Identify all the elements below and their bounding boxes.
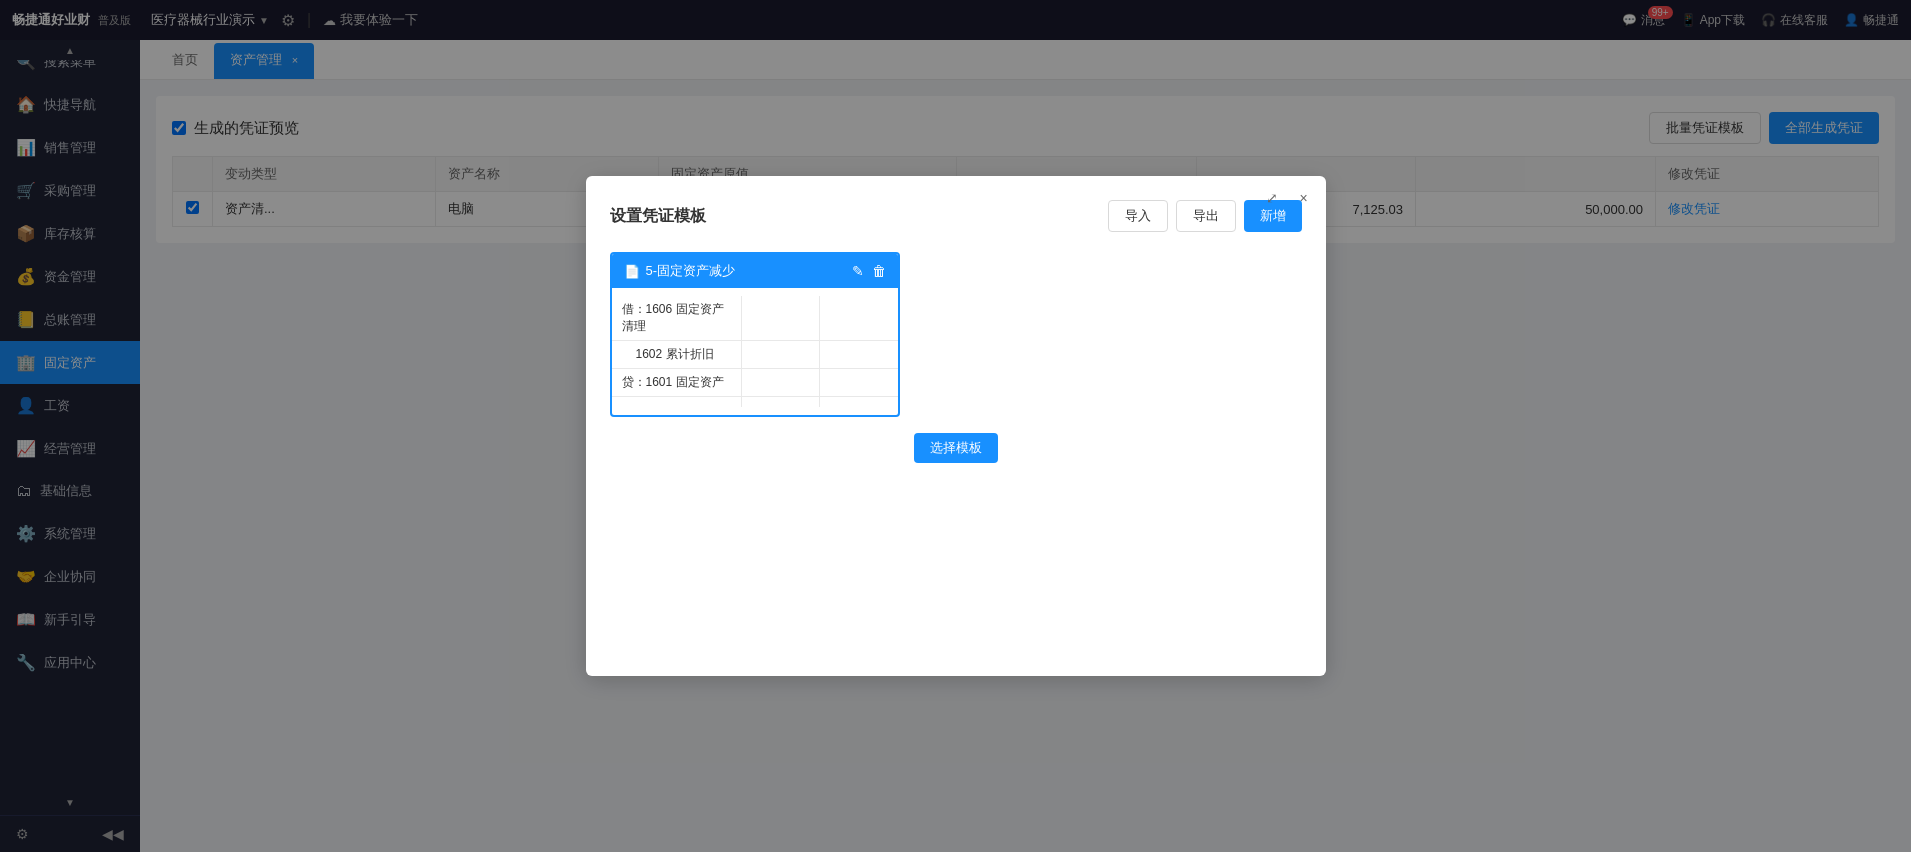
modal-set-template: ⤢ × 设置凭证模板 导入 导出 新增	[586, 176, 1326, 676]
template-entry: 贷：1601 固定资产	[612, 369, 898, 397]
select-template-button[interactable]: 选择模板	[914, 433, 998, 463]
window-controls: ⤢ ×	[1258, 184, 1318, 212]
modal-header: 设置凭证模板 导入 导出 新增	[610, 200, 1302, 232]
entry-direction: 1602 累计折旧	[612, 341, 742, 368]
template-entry: 借：1606 固定资产清理	[612, 296, 898, 341]
modal-close-button[interactable]: ×	[1290, 184, 1318, 212]
template-name: 5-固定资产减少	[646, 262, 736, 280]
template-card-body: 借：1606 固定资产清理 1602 累计折旧	[612, 288, 898, 415]
modal-expand-button[interactable]: ⤢	[1258, 184, 1286, 212]
template-edit-icon[interactable]: ✎	[852, 263, 864, 279]
entry-debit	[742, 341, 820, 368]
modal-title: 设置凭证模板	[610, 206, 706, 227]
entry-direction: 借：1606 固定资产清理	[612, 296, 742, 340]
page-content: 生成的凭证预览 批量凭证模板 全部生成凭证 变动类型 资产名称 固定资产原值	[140, 80, 1911, 852]
template-card-header: 📄 5-固定资产减少 ✎ 🗑	[612, 254, 898, 288]
entry-direction: 贷：1601 固定资产	[612, 369, 742, 396]
template-entry	[612, 397, 898, 407]
template-delete-icon[interactable]: 🗑	[872, 263, 886, 279]
entry-debit	[742, 369, 820, 396]
template-select-area: 选择模板	[610, 433, 1302, 463]
template-entry: 1602 累计折旧	[612, 341, 898, 369]
content-area: 首页 资产管理 × 生成的凭证预览 批量凭证模板 全部生成凭证	[140, 40, 1911, 852]
entry-credit	[820, 369, 898, 396]
modal-body: 📄 5-固定资产减少 ✎ 🗑 借：1606 固定资产清理	[610, 252, 1302, 632]
entry-debit	[742, 296, 820, 340]
modal-overlay: ⤢ × 设置凭证模板 导入 导出 新增	[140, 80, 1911, 852]
entry-credit	[820, 397, 898, 407]
template-doc-icon: 📄	[624, 264, 640, 279]
entry-direction	[612, 397, 742, 407]
entry-credit	[820, 296, 898, 340]
entry-debit	[742, 397, 820, 407]
template-header-left: 📄 5-固定资产减少	[624, 262, 736, 280]
export-button[interactable]: 导出	[1176, 200, 1236, 232]
import-button[interactable]: 导入	[1108, 200, 1168, 232]
main-layout: ▲ 🔍 搜索菜单 🏠 快捷导航 📊 销售管理 🛒 采购管理 📦 库存核算	[0, 40, 1911, 852]
template-card: 📄 5-固定资产减少 ✎ 🗑 借：1606 固定资产清理	[610, 252, 900, 417]
template-card-actions: ✎ 🗑	[852, 263, 886, 279]
entry-credit	[820, 341, 898, 368]
